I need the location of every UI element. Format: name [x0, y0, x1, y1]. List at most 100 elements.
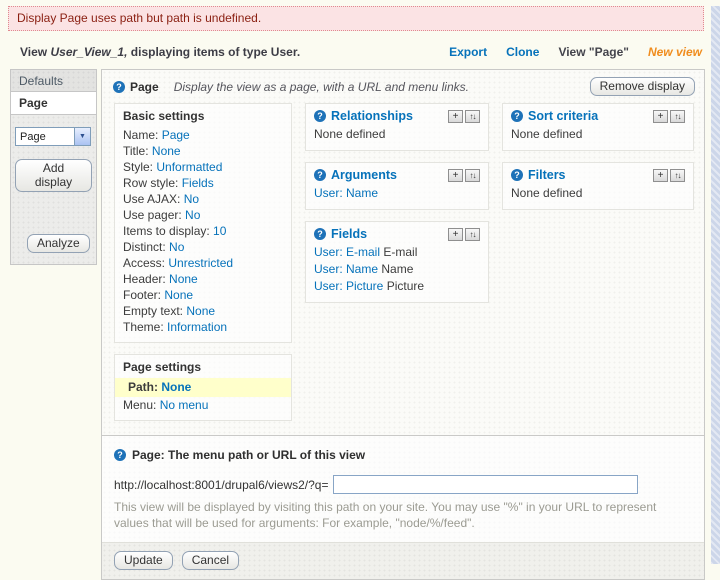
new-view-link[interactable]: New view [648, 45, 702, 59]
url-prefix-label: http://localhost:8001/drupal6/views2/?q= [114, 477, 329, 492]
views-ui-content: Defaults Page Page ▼ Add display Analyze… [10, 69, 705, 580]
setting-value-link[interactable]: Page [162, 128, 190, 142]
argument-link[interactable]: User: Name [314, 186, 378, 200]
tab-defaults[interactable]: Defaults [10, 69, 97, 92]
rearrange-icon[interactable]: ↑↓ [670, 110, 685, 123]
add-display-button[interactable]: Add display [15, 159, 92, 192]
setting-value-link[interactable]: No [184, 192, 199, 206]
remove-display-button[interactable]: Remove display [589, 77, 695, 96]
display-editor-header: ? Page Display the view as a page, with … [102, 70, 704, 101]
help-icon[interactable]: ? [114, 449, 126, 461]
arguments-title-link[interactable]: Arguments [331, 168, 397, 182]
sort-criteria-title-link[interactable]: Sort criteria [528, 109, 598, 123]
add-icon[interactable]: + [653, 169, 668, 182]
setting-value-link[interactable]: Unformatted [156, 160, 222, 174]
rearrange-icon[interactable]: ↑↓ [670, 169, 685, 182]
setting-value-link[interactable]: Information [167, 320, 227, 334]
setting-row-name: Name: Page [123, 128, 190, 142]
arguments-header: ? Arguments + ↑↓ [314, 168, 480, 182]
cancel-button[interactable]: Cancel [181, 551, 240, 570]
display-type-select[interactable]: Page ▼ [15, 127, 91, 146]
field-item: User: Name Name [314, 262, 414, 276]
setting-row-access: Access: Unrestricted [123, 256, 234, 270]
field-link[interactable]: User: E-mail [314, 245, 380, 259]
sort-criteria-section: ? Sort criteria + ↑↓ None defined [502, 103, 694, 151]
basic-settings-title: Basic settings [123, 109, 205, 123]
view-name: User_View_1, [50, 45, 128, 59]
fields-section: ? Fields + ↑↓ User: E-mail E-mail User: Na… [305, 221, 489, 303]
filters-header: ? Filters + ↑↓ [511, 168, 685, 182]
page-settings-panel: Page settings Path: None Menu: No menu [114, 354, 292, 421]
error-message-box: Display Page uses path but path is undef… [8, 6, 704, 31]
view-title-suffix: displaying items of type User. [130, 45, 301, 59]
argument-item: User: Name [314, 185, 480, 202]
path-form-title-text: Page: The menu path or URL of this view [132, 448, 366, 462]
view-page-link[interactable]: View "Page" [558, 45, 629, 59]
export-link[interactable]: Export [449, 45, 487, 59]
help-icon[interactable]: ? [113, 80, 125, 93]
relationships-empty-text: None defined [314, 127, 386, 141]
setting-value-link[interactable]: None [169, 272, 198, 286]
clone-link[interactable]: Clone [506, 45, 539, 59]
setting-row-style: Style: Unformatted [123, 160, 223, 174]
setting-value-link[interactable]: Fields [182, 176, 214, 190]
path-value-link[interactable]: None [161, 380, 191, 394]
setting-value-link[interactable]: None [186, 304, 215, 318]
relationships-title-link[interactable]: Relationships [331, 109, 413, 123]
setting-value-link[interactable]: None [152, 144, 181, 158]
display-description: Display the view as a page, with a URL a… [173, 79, 469, 94]
basic-settings-panel: Basic settings Name: Page Title: None St… [114, 103, 292, 343]
display-title: Page [130, 79, 159, 94]
add-icon[interactable]: + [448, 228, 463, 241]
help-icon[interactable]: ? [314, 110, 326, 122]
setting-value-link[interactable]: None [164, 288, 193, 302]
field-link[interactable]: User: Picture [314, 279, 383, 293]
add-icon[interactable]: + [448, 169, 463, 182]
form-actions: Update Cancel [102, 542, 704, 579]
path-input[interactable] [333, 475, 639, 494]
filters-title-link[interactable]: Filters [528, 168, 566, 182]
sort-criteria-header: ? Sort criteria + ↑↓ [511, 109, 685, 123]
view-title: View User_View_1, displaying items of ty… [20, 45, 300, 59]
setting-row-menu: Menu: No menu [123, 398, 209, 412]
rearrange-icon[interactable]: ↑↓ [465, 110, 480, 123]
filters-empty-text: None defined [511, 186, 583, 200]
display-controls-panel: Page ▼ Add display Analyze [10, 115, 97, 265]
rearrange-icon[interactable]: ↑↓ [465, 228, 480, 241]
help-icon[interactable]: ? [511, 169, 523, 181]
setting-row-empty-text: Empty text: None [123, 304, 216, 318]
rearrange-icon[interactable]: ↑↓ [465, 169, 480, 182]
display-tabs-sidebar: Defaults Page Page ▼ Add display Analyze [10, 69, 97, 265]
setting-row-items-to-display: Items to display: 10 [123, 224, 227, 238]
setting-value-link[interactable]: No [185, 208, 200, 222]
setting-row-footer: Footer: None [123, 288, 194, 302]
help-icon[interactable]: ? [314, 228, 326, 240]
fields-title-link[interactable]: Fields [331, 227, 367, 241]
view-title-prefix: View [20, 45, 48, 59]
help-icon[interactable]: ? [314, 169, 326, 181]
setting-row-distinct: Distinct: No [123, 240, 185, 254]
help-icon[interactable]: ? [511, 110, 523, 122]
setting-value-link[interactable]: No [169, 240, 184, 254]
column-middle: ? Relationships + ↑↓ None defined ? Argumen… [305, 103, 489, 314]
analyze-button[interactable]: Analyze [27, 234, 90, 253]
error-text: Display Page uses path but path is undef… [17, 11, 262, 25]
setting-row-use-pager: Use pager: No [123, 208, 201, 222]
add-icon[interactable]: + [448, 110, 463, 123]
field-link[interactable]: User: Name [314, 262, 378, 276]
add-icon[interactable]: + [653, 110, 668, 123]
setting-value-link[interactable]: Unrestricted [168, 256, 233, 270]
display-type-selected-value: Page [20, 130, 46, 143]
dropdown-arrow-icon[interactable]: ▼ [74, 128, 90, 145]
column-right: ? Sort criteria + ↑↓ None defined ? Filters… [502, 103, 694, 221]
setting-value-link[interactable]: 10 [213, 224, 226, 238]
setting-row-path: Path: None [115, 378, 291, 397]
menu-value-link[interactable]: No menu [160, 398, 209, 412]
path-settings-form: ? Page: The menu path or URL of this vie… [102, 435, 704, 579]
field-item: User: E-mail E-mail [314, 245, 418, 259]
update-button[interactable]: Update [114, 551, 173, 570]
column-basic: Basic settings Name: Page Title: None St… [114, 103, 292, 432]
path-form-title: ? Page: The menu path or URL of this vie… [114, 448, 692, 462]
tab-page[interactable]: Page [10, 92, 97, 115]
setting-row-title: Title: None [123, 144, 181, 158]
